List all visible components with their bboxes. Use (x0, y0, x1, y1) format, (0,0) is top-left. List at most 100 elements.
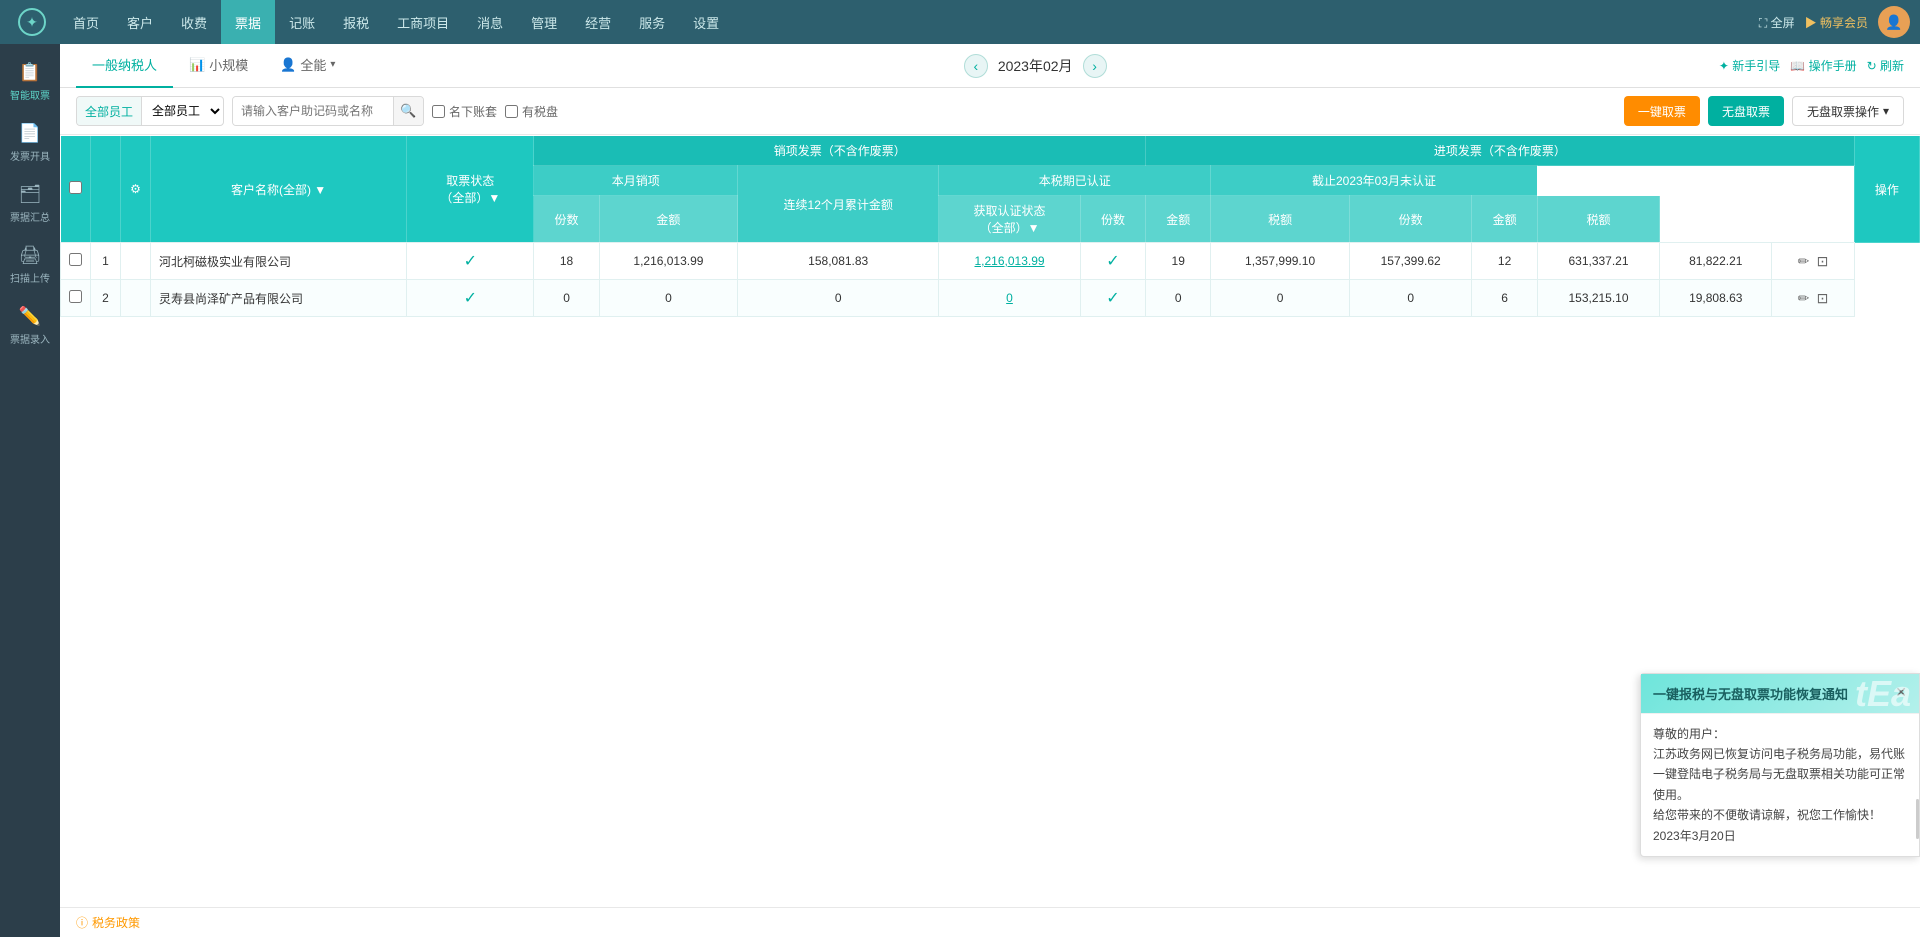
prev-month-btn[interactable]: ‹ (964, 54, 988, 78)
col-uncert-amount: 金额 (1472, 196, 1537, 243)
toolbar: 全部员工 全部员工 🔍 名下账套 有税盘 一键取票 无盘取票 无盘取票操作 (60, 88, 1920, 135)
col-sale-amount: 金额 (599, 196, 738, 243)
small-scale-icon: 📊 (189, 57, 205, 73)
nav-tax[interactable]: 报税 (329, 0, 383, 44)
nav-customer[interactable]: 客户 (113, 0, 167, 44)
employee-selector[interactable]: 全部员工 全部员工 (76, 96, 224, 126)
popup-decoration-text: tEa (1855, 676, 1911, 712)
row1-uncert-amount: 631,337.21 (1537, 243, 1660, 280)
sidebar-item-invoice-summary[interactable]: 🗂 票据汇总 (4, 176, 56, 232)
col-customer-header[interactable]: 客户名称(全部) ▼ (151, 136, 407, 243)
invoice-summary-icon: 🗂 (19, 184, 42, 205)
tab-all[interactable]: 👤 全能 ▾ (264, 44, 351, 88)
sidebar-item-scan-upload[interactable]: 🖨 扫描上传 (4, 237, 56, 293)
row1-cur-tax: 157,399.62 (1349, 243, 1472, 280)
row1-index: 1 (91, 243, 121, 280)
smart-fetch-icon: 📋 (19, 62, 41, 83)
row1-cumulative[interactable]: 1,216,013.99 (939, 243, 1081, 280)
row2-gear (121, 280, 151, 317)
row2-index: 2 (91, 280, 121, 317)
row1-edit-btn[interactable]: ✏ (1798, 253, 1810, 269)
row2-cur-tax: 0 (1349, 280, 1472, 317)
row1-uncert-count: 12 (1472, 243, 1537, 280)
guide-btn[interactable]: ✦ 新手引导 (1719, 57, 1780, 74)
fetch-status-icon-row2: ✓ (464, 290, 477, 307)
has-tax-disk-check[interactable] (505, 105, 518, 118)
manual-btn[interactable]: 📖 操作手册 (1790, 57, 1856, 74)
tab-all-dropdown-icon: ▾ (330, 59, 335, 70)
row1-checkbox[interactable] (61, 243, 91, 280)
col-cur-tax: 税额 (1211, 196, 1350, 243)
row2-sale-amount: 0 (599, 280, 738, 317)
nav-operation[interactable]: 经营 (571, 0, 625, 44)
nav-right: ⛶ 全屏 ▶ 畅享会员 👤 (1759, 6, 1910, 38)
popup-title: 一键报税与无盘取票功能恢复通知 (1653, 684, 1848, 703)
nav-invoice[interactable]: 票据 (221, 0, 275, 44)
tab-small[interactable]: 📊 小规模 (173, 44, 264, 88)
no-disk-more-button[interactable]: 无盘取票操作 ▾ (1792, 96, 1904, 126)
row1-sale-count: 18 (534, 243, 599, 280)
row2-fetch-status: ✓ (407, 280, 534, 317)
row1-uncert-tax: 81,822.21 (1660, 243, 1772, 280)
nav-collection[interactable]: 收费 (167, 0, 221, 44)
tax-policy-icon: ⓘ (76, 914, 88, 931)
nav-message[interactable]: 消息 (463, 0, 517, 44)
cert-status-icon-row2: ✓ (1106, 290, 1119, 307)
row2-cur-amount: 0 (1211, 280, 1350, 317)
current-month: 2023年02月 (998, 56, 1073, 76)
scrollbar[interactable] (1916, 799, 1919, 839)
select-all-checkbox[interactable] (69, 181, 82, 194)
avatar[interactable]: 👤 (1878, 6, 1910, 38)
sub-tabs: 一般纳税人 📊 小规模 👤 全能 ▾ ‹ 2023年02月 › ✦ 新手引导 📖… (60, 44, 1920, 88)
refresh-btn[interactable]: ↻ 刷新 (1867, 57, 1904, 74)
main-nav: 首页 客户 收费 票据 记账 报税 工商项目 消息 管理 经营 服务 设置 (59, 0, 1759, 44)
col-cert-status[interactable]: 获取认证状态（全部）▼ (939, 196, 1081, 243)
scan-upload-icon: 🖨 (19, 245, 42, 266)
issue-invoice-icon: 📄 (19, 123, 41, 144)
member-btn[interactable]: ▶ 畅享会员 (1805, 14, 1868, 31)
sidebar-item-issue-invoice[interactable]: 📄 发票开具 (4, 115, 56, 171)
sidebar: 📋 智能取票 📄 发票开具 🗂 票据汇总 🖨 扫描上传 ✏️ 票据录入 (0, 44, 60, 937)
one-click-fetch-button[interactable]: 一键取票 (1624, 96, 1700, 126)
sidebar-item-smart-fetch[interactable]: 📋 智能取票 (4, 54, 56, 110)
employee-select[interactable]: 全部员工 (142, 96, 223, 126)
row1-cert-status: ✓ (1080, 243, 1145, 280)
nav-home[interactable]: 首页 (59, 0, 113, 44)
next-month-btn[interactable]: › (1083, 54, 1107, 78)
sidebar-item-label-scan-upload: 扫描上传 (10, 270, 50, 285)
under-account-check[interactable] (432, 105, 445, 118)
search-button[interactable]: 🔍 (393, 96, 423, 126)
under-account-checkbox[interactable]: 名下账套 (432, 103, 497, 120)
row1-customer-name: 河北柯磁极实业有限公司 (151, 243, 407, 280)
invoice-table: ⚙ 客户名称(全部) ▼ 取票状态（全部）▼ 销项发票（不含作废票） 进项发票（… (60, 135, 1920, 317)
sidebar-item-label-smart-fetch: 智能取票 (10, 87, 50, 102)
row2-cur-count: 0 (1146, 280, 1211, 317)
nav-management[interactable]: 管理 (517, 0, 571, 44)
nav-settings[interactable]: 设置 (679, 0, 733, 44)
no-disk-fetch-button[interactable]: 无盘取票 (1708, 96, 1784, 126)
tab-general[interactable]: 一般纳税人 (76, 44, 173, 88)
nav-business[interactable]: 工商项目 (383, 0, 463, 44)
row2-copy-btn[interactable]: ⊡ (1817, 290, 1829, 306)
col-sale-count: 份数 (534, 196, 599, 243)
row2-edit-btn[interactable]: ✏ (1798, 290, 1810, 306)
row2-checkbox[interactable] (61, 280, 91, 317)
bottom-bar: ⓘ 税务政策 (60, 907, 1920, 937)
sidebar-item-data-entry[interactable]: ✏️ 票据录入 (4, 298, 56, 354)
col-fetch-status-header[interactable]: 取票状态（全部）▼ (407, 136, 534, 243)
search-input[interactable] (233, 96, 393, 126)
dropdown-arrow-icon: ▾ (1883, 104, 1889, 118)
row1-copy-btn[interactable]: ⊡ (1817, 253, 1829, 269)
row2-uncert-amount: 153,215.10 (1537, 280, 1660, 317)
tax-policy-link[interactable]: 税务政策 (92, 914, 140, 931)
col-cumulative-12m: 连续12个月累计金额 (738, 166, 939, 243)
nav-accounting[interactable]: 记账 (275, 0, 329, 44)
nav-service[interactable]: 服务 (625, 0, 679, 44)
right-actions: ✦ 新手引导 📖 操作手册 ↻ 刷新 (1719, 57, 1904, 74)
app-logo: ✦ (10, 0, 54, 44)
has-tax-disk-checkbox[interactable]: 有税盘 (505, 103, 558, 120)
row2-cumulative[interactable]: 0 (939, 280, 1081, 317)
fullscreen-btn[interactable]: ⛶ 全屏 (1759, 14, 1795, 31)
row2-sale-tax: 0 (738, 280, 939, 317)
sidebar-item-label-invoice-summary: 票据汇总 (10, 209, 50, 224)
